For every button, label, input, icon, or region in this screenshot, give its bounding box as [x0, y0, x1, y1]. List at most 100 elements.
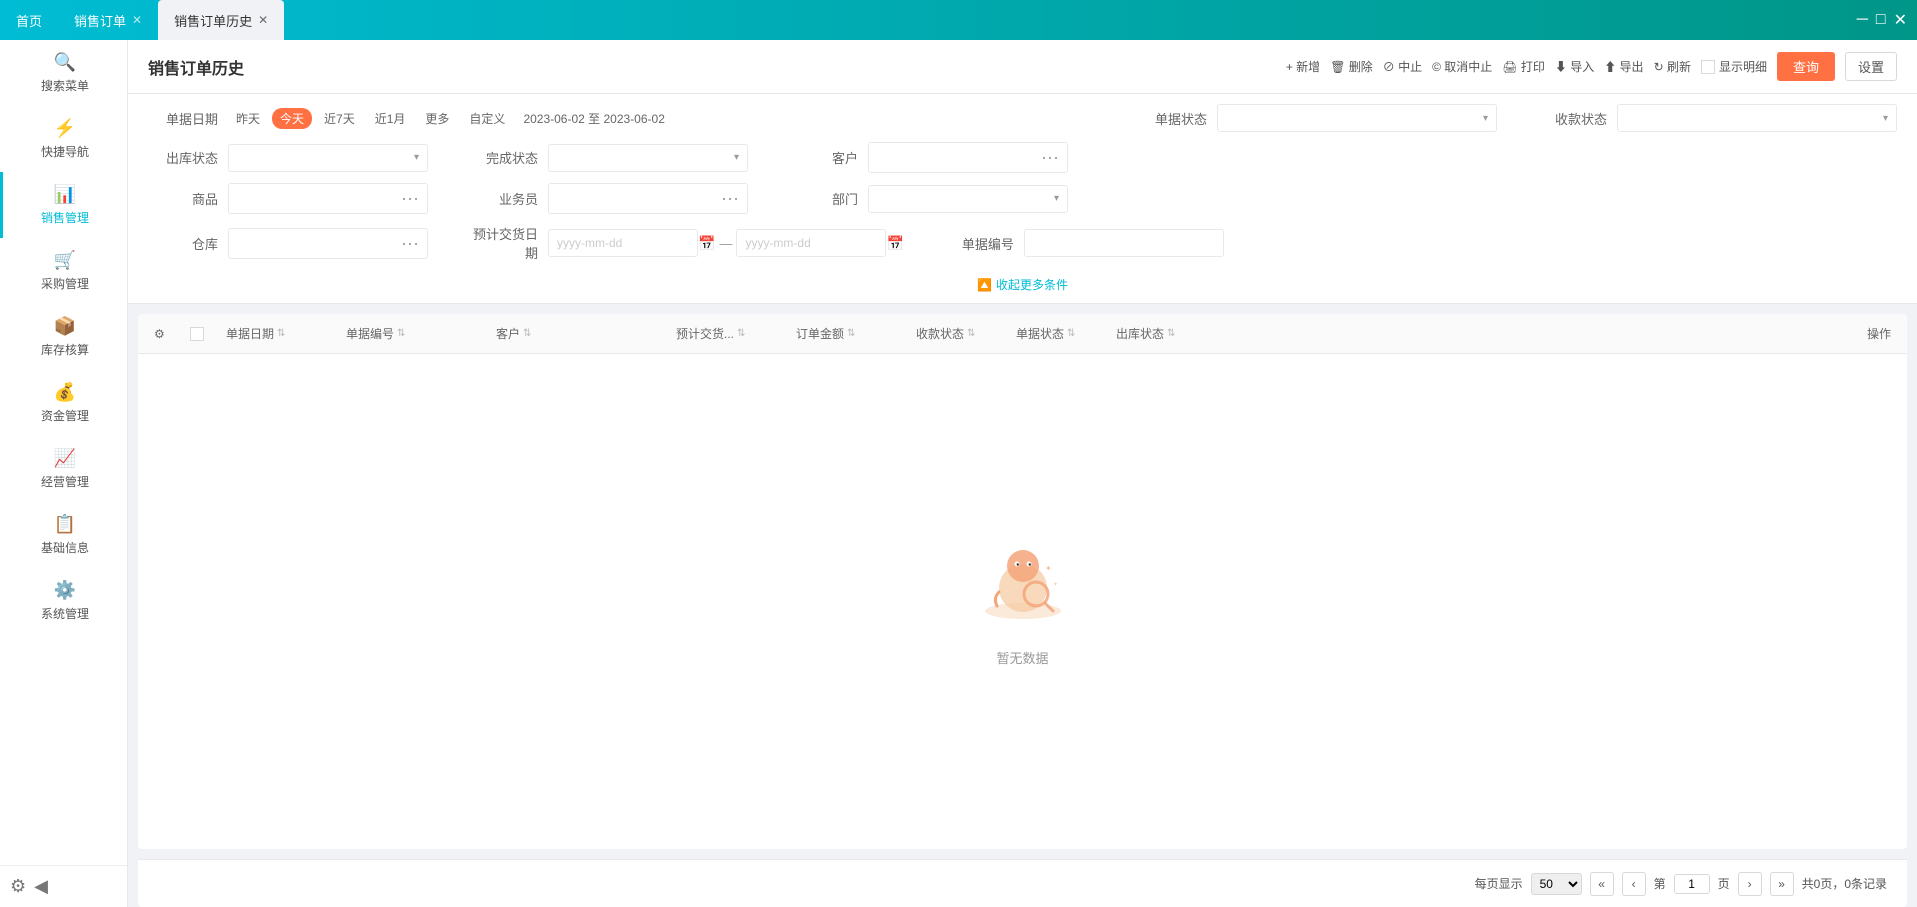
collapse-filters-link[interactable]: 🔼 收起更多条件 [148, 272, 1897, 293]
refresh-button[interactable]: ↻ 刷新 [1654, 58, 1691, 75]
tab-sales-history[interactable]: 销售订单历史 ✕ [158, 0, 284, 40]
tab-sales-history-close[interactable]: ✕ [258, 13, 268, 27]
th-doc-no[interactable]: 单据编号 ⇅ [340, 317, 490, 350]
warehouse-select[interactable]: ··· [228, 228, 428, 259]
th-doc-no-label: 单据编号 [346, 325, 394, 342]
filter-area: 单据日期 昨天 今天 近7天 近1月 更多 自定义 2023-06-02 至 2… [128, 94, 1917, 304]
th-customer[interactable]: 客户 ⇅ [490, 317, 670, 350]
minimize-icon[interactable]: ─ [1857, 11, 1868, 29]
stop-button[interactable]: ⊘ 中止 [1383, 58, 1422, 75]
sidebar-item-sales-label: 销售管理 [41, 209, 89, 226]
th-amount[interactable]: 订单金额 ⇅ [790, 317, 910, 350]
chip-yesterday[interactable]: 昨天 [228, 108, 268, 129]
sidebar-item-purchase[interactable]: 🛒 采购管理 [0, 238, 127, 304]
sidebar-item-search[interactable]: 🔍 搜索菜单 [0, 40, 127, 106]
customer-label: 客户 [788, 148, 868, 167]
calendar-start-icon[interactable]: 📅 [698, 235, 715, 252]
th-settings[interactable]: ⚙ [148, 319, 184, 349]
th-amount-label: 订单金额 [796, 325, 844, 342]
sidebar-item-quick-nav[interactable]: ⚡ 快捷导航 [0, 106, 127, 172]
date-chips: 昨天 今天 近7天 近1月 更多 自定义 [228, 108, 513, 129]
pay-status-select[interactable]: ▾ [1617, 104, 1897, 132]
import-button[interactable]: ⬇ 导入 [1555, 58, 1594, 75]
top-bar: 首页 销售订单 ✕ 销售订单历史 ✕ ─ □ ✕ [0, 0, 1917, 40]
th-doc-status[interactable]: 单据状态 ⇅ [1010, 317, 1110, 350]
th-checkbox[interactable] [184, 319, 220, 349]
customer-select[interactable]: ··· [868, 142, 1068, 173]
sidebar-item-operations[interactable]: 📈 经营管理 [0, 436, 127, 502]
sidebar-item-search-label: 搜索菜单 [41, 77, 89, 94]
chip-today[interactable]: 今天 [272, 108, 312, 129]
sidebar: 🔍 搜索菜单 ⚡ 快捷导航 📊 销售管理 🛒 采购管理 📦 库存核算 💰 资金管… [0, 40, 128, 907]
out-status-select[interactable]: ▾ [228, 144, 428, 172]
goods-select[interactable]: ··· [228, 183, 428, 214]
delivery-date-end[interactable]: yyyy-mm-dd [736, 229, 886, 257]
salesperson-dots[interactable]: ··· [721, 188, 739, 209]
chip-7days[interactable]: 近7天 [316, 108, 363, 129]
select-all-checkbox[interactable] [190, 327, 204, 341]
th-doc-date-sort-icon: ⇅ [277, 328, 285, 339]
maximize-icon[interactable]: □ [1876, 11, 1886, 29]
tab-home[interactable]: 首页 [0, 0, 58, 40]
export-button[interactable]: ⬆ 导出 [1604, 58, 1643, 75]
close-window-icon[interactable]: ✕ [1894, 10, 1907, 30]
th-amount-sort-icon: ⇅ [847, 328, 855, 339]
doc-no-input[interactable] [1024, 229, 1224, 257]
department-select[interactable]: ▾ [868, 185, 1068, 213]
complete-status-select[interactable]: ▾ [548, 144, 748, 172]
last-page-button[interactable]: » [1770, 872, 1794, 896]
sidebar-item-finance[interactable]: 💰 资金管理 [0, 370, 127, 436]
chip-custom[interactable]: 自定义 [461, 108, 513, 129]
page-size-label: 每页显示 [1475, 875, 1523, 892]
salesperson-select[interactable]: ··· [548, 183, 748, 214]
salesperson-label: 业务员 [468, 189, 548, 208]
th-out-status[interactable]: 出库状态 ⇅ [1110, 317, 1230, 350]
filter-row-outstatus: 出库状态 ▾ 完成状态 ▾ 客户 ··· [148, 142, 1897, 173]
toolbar: + 新增 🗑 删除 ⊘ 中止 © 取消中止 🖨 打印 ⬇ 导入 ⬆ 导出 ↻ 刷… [1286, 52, 1897, 93]
prev-page-button[interactable]: ‹ [1622, 872, 1646, 896]
sidebar-item-system[interactable]: ⚙️ 系统管理 [0, 568, 127, 634]
sidebar-item-inventory[interactable]: 📦 库存核算 [0, 304, 127, 370]
column-settings-icon[interactable]: ⚙ [154, 327, 165, 341]
goods-dots[interactable]: ··· [401, 188, 419, 209]
th-doc-date[interactable]: 单据日期 ⇅ [220, 317, 340, 350]
department-label: 部门 [788, 189, 868, 208]
chip-1month[interactable]: 近1月 [367, 108, 414, 129]
show-detail-checkbox[interactable] [1701, 60, 1715, 74]
tab-sales-order-close[interactable]: ✕ [132, 13, 142, 27]
filter-row-warehouse: 仓库 ··· 预计交货日期 yyyy-mm-dd 📅 — yyyy-mm-dd … [148, 224, 1897, 262]
new-button[interactable]: + 新增 [1286, 58, 1320, 75]
sidebar-item-basic-info[interactable]: 📋 基础信息 [0, 502, 127, 568]
page-input[interactable] [1674, 874, 1710, 894]
page-label: 第 [1654, 875, 1666, 892]
th-customer-sort-icon: ⇅ [523, 328, 531, 339]
chip-more[interactable]: 更多 [417, 108, 457, 129]
settings-bottom-icon[interactable]: ⚙ [10, 876, 26, 897]
show-detail-toggle[interactable]: 显示明细 [1701, 58, 1767, 75]
sidebar-item-sales[interactable]: 📊 销售管理 [0, 172, 127, 238]
next-page-button[interactable]: › [1738, 872, 1762, 896]
delivery-date-start[interactable]: yyyy-mm-dd [548, 229, 698, 257]
tab-sales-order[interactable]: 销售订单 ✕ [58, 0, 158, 40]
collapse-sidebar-icon[interactable]: ◀ [34, 876, 48, 897]
th-delivery-label: 预计交货... [676, 325, 734, 342]
delete-button[interactable]: 🗑 删除 [1330, 58, 1373, 75]
doc-status-arrow: ▾ [1483, 113, 1488, 124]
print-button[interactable]: 🖨 打印 [1502, 58, 1545, 75]
page-size-select[interactable]: 50 10 20 100 [1531, 873, 1582, 895]
query-button[interactable]: 查询 [1777, 52, 1835, 81]
setting-button[interactable]: 设置 [1845, 52, 1897, 81]
cancel-stop-button[interactable]: © 取消中止 [1432, 58, 1492, 75]
table-area: ⚙ 单据日期 ⇅ 单据编号 ⇅ 客户 ⇅ 预计交货... [138, 314, 1907, 849]
th-pay-status[interactable]: 收款状态 ⇅ [910, 317, 1010, 350]
system-icon: ⚙️ [54, 580, 76, 601]
warehouse-dots[interactable]: ··· [401, 233, 419, 254]
doc-status-select[interactable]: ▾ [1217, 104, 1497, 132]
th-pay-status-label: 收款状态 [916, 325, 964, 342]
first-page-button[interactable]: « [1590, 872, 1614, 896]
customer-dots[interactable]: ··· [1041, 147, 1059, 168]
th-doc-status-label: 单据状态 [1016, 325, 1064, 342]
pay-status-label: 收款状态 [1537, 109, 1617, 128]
calendar-end-icon[interactable]: 📅 [886, 235, 903, 252]
th-delivery[interactable]: 预计交货... ⇅ [670, 317, 790, 350]
